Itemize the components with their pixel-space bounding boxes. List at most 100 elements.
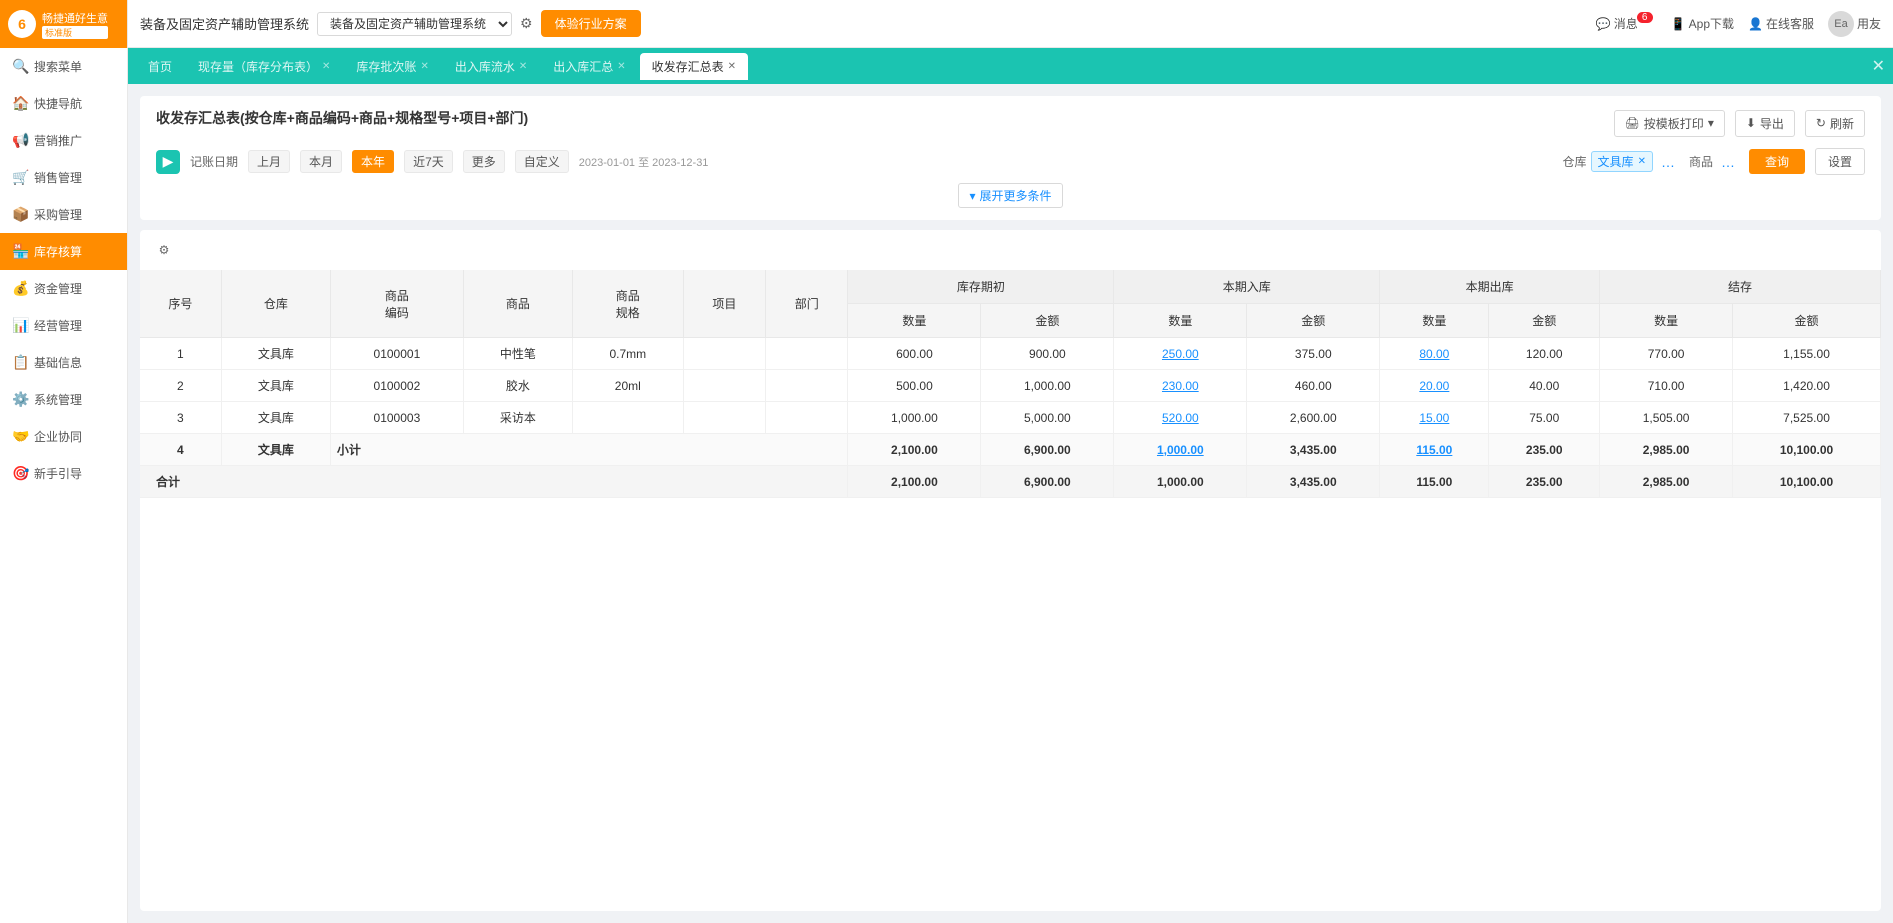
store-icon: 🏪 (12, 243, 28, 260)
date-btn-last-month[interactable]: 上月 (248, 150, 290, 173)
cell-code: 0100001 (330, 338, 463, 370)
tab-batch[interactable]: 库存批次账 ✕ (344, 53, 440, 80)
online-service-btn[interactable]: 👤 在线客服 (1748, 15, 1814, 32)
box-icon: 📦 (12, 206, 28, 223)
system-title: 装备及固定资产辅助管理系统 (140, 14, 309, 33)
cell-out-qty[interactable]: 80.00 (1380, 338, 1489, 370)
date-btn-custom[interactable]: 自定义 (515, 150, 569, 173)
sidebar-item-basic[interactable]: 📋 基础信息 (0, 344, 127, 381)
cell-in-qty[interactable]: 520.00 (1114, 402, 1247, 434)
cell-project (683, 402, 765, 434)
print-btn[interactable]: 🖨 按模板打印 ▾ (1614, 110, 1725, 137)
sidebar-item-purchase[interactable]: 📦 采购管理 (0, 196, 127, 233)
table-settings-btn[interactable]: ⚙ (152, 238, 176, 262)
export-btn[interactable]: ⬇ 导出 (1735, 110, 1795, 137)
col-spec: 商品规格 (573, 270, 684, 338)
sidebar-item-inventory[interactable]: 🏪 库存核算 (0, 233, 127, 270)
product-more-btn[interactable]: … (1717, 154, 1739, 170)
settings-gear-icon[interactable]: ⚙ (520, 15, 533, 32)
sidebar-item-sales[interactable]: 🛒 销售管理 (0, 159, 127, 196)
clipboard-icon: 📋 (12, 354, 28, 371)
sidebar-item-quick[interactable]: 🏠 快捷导航 (0, 85, 127, 122)
sidebar-item-search[interactable]: 🔍 搜索菜单 (0, 48, 127, 85)
system-selector[interactable]: 装备及固定资产辅助管理系统 (317, 12, 512, 36)
sidebar-item-label: 搜索菜单 (34, 58, 82, 75)
cell-out-qty[interactable]: 15.00 (1380, 402, 1489, 434)
table-row: 3 文具库 0100003 采访本 1,000.00 5,000.00 520.… (140, 402, 1881, 434)
sidebar-item-guide[interactable]: 🎯 新手引导 (0, 455, 127, 492)
cell-dept (766, 338, 848, 370)
tab-home[interactable]: 首页 (136, 53, 184, 80)
cell-index: 1 (140, 338, 221, 370)
date-btn-this-month[interactable]: 本月 (300, 150, 342, 173)
date-btn-this-year[interactable]: 本年 (352, 150, 394, 173)
refresh-icon: ↻ (1816, 116, 1826, 130)
cell-in-qty[interactable]: 230.00 (1114, 370, 1247, 402)
sidebar-item-label: 新手引导 (34, 465, 82, 482)
col-index: 序号 (140, 270, 221, 338)
cell-project (683, 338, 765, 370)
cell-warehouse: 文具库 (221, 338, 330, 370)
notification-icon: 💬 (1596, 17, 1611, 31)
tab-inout-summary[interactable]: 出入库汇总 ✕ (541, 53, 637, 80)
col-balance-amt: 金额 (1733, 304, 1881, 338)
table-toolbar: ⚙ (140, 230, 1881, 270)
tab-recv-summary[interactable]: 收发存汇总表 ✕ (640, 53, 748, 80)
warehouse-tag[interactable]: 文具库 ✕ (1591, 151, 1653, 172)
warehouse-tag-close[interactable]: ✕ (1638, 156, 1646, 167)
query-button[interactable]: 查询 (1749, 149, 1805, 174)
sidebar-item-label: 资金管理 (34, 280, 82, 297)
cell-out-qty[interactable]: 20.00 (1380, 370, 1489, 402)
home-icon: 🏠 (12, 95, 28, 112)
filter-toggle-btn[interactable]: ▶ (156, 150, 180, 174)
sidebar-navigation: 🔍 搜索菜单 🏠 快捷导航 📢 营销推广 🛒 销售管理 📦 采购管理 🏪 库存核… (0, 48, 127, 923)
app-download-btn[interactable]: 📱 App下载 (1671, 15, 1734, 32)
expand-more-btn[interactable]: ▾ 展开更多条件 (958, 183, 1062, 208)
tab-close-batch[interactable]: ✕ (420, 61, 428, 72)
cell-balance-amt: 1,155.00 (1733, 338, 1881, 370)
sidebar-item-operation[interactable]: 📊 经营管理 (0, 307, 127, 344)
table-container: ⚙ 序号 仓库 商品编码 商品 商品规格 项目 部门 库存期初 本期入库 本期出… (140, 230, 1881, 911)
cell-in-qty[interactable]: 250.00 (1114, 338, 1247, 370)
date-range: 2023-01-01 至 2023-12-31 (579, 154, 709, 170)
user-menu[interactable]: Ea 用友 (1828, 11, 1881, 37)
cell-balance-qty: 1,505.00 (1600, 402, 1733, 434)
tab-close-inout-flow[interactable]: ✕ (519, 61, 527, 72)
sidebar-item-finance[interactable]: 💰 资金管理 (0, 270, 127, 307)
subtotal-row: 4 文具库 小计 2,100.00 6,900.00 1,000.00 3,43… (140, 434, 1881, 466)
tab-close-recv-summary[interactable]: ✕ (728, 61, 736, 72)
sidebar-item-enterprise[interactable]: 🤝 企业协同 (0, 418, 127, 455)
tab-close-inout-summary[interactable]: ✕ (617, 61, 625, 72)
warehouse-more-btn[interactable]: … (1657, 154, 1679, 170)
col-balance-group: 结存 (1600, 270, 1881, 304)
cell-project (683, 370, 765, 402)
table-row: 2 文具库 0100002 胶水 20ml 500.00 1,000.00 23… (140, 370, 1881, 402)
date-btn-7days[interactable]: 近7天 (404, 150, 453, 173)
settings-button[interactable]: 设置 (1815, 148, 1865, 175)
date-btn-more[interactable]: 更多 (463, 150, 505, 173)
cell-out-amt: 75.00 (1489, 402, 1600, 434)
refresh-btn[interactable]: ↻ 刷新 (1805, 110, 1865, 137)
cell-out-amt: 120.00 (1489, 338, 1600, 370)
notification-badge: 6 (1637, 12, 1653, 23)
cell-warehouse: 文具库 (221, 370, 330, 402)
tab-bar-close[interactable]: ✕ (1872, 56, 1885, 76)
subtotal-out-qty: 115.00 (1380, 434, 1489, 466)
tab-close-inventory-dist[interactable]: ✕ (322, 61, 330, 72)
notification-btn[interactable]: 💬 消息 6 (1596, 15, 1657, 32)
megaphone-icon: 📢 (12, 132, 28, 149)
cell-spec (573, 402, 684, 434)
sidebar-item-system[interactable]: ⚙️ 系统管理 (0, 381, 127, 418)
mobile-icon: 📱 (1671, 17, 1686, 31)
total-balance-amt: 10,100.00 (1733, 466, 1881, 498)
experience-btn[interactable]: 体验行业方案 (541, 10, 641, 37)
search-icon: 🔍 (12, 58, 28, 75)
tab-inventory-dist[interactable]: 现存量（库存分布表） ✕ (186, 53, 342, 80)
cell-opening-qty: 1,000.00 (848, 402, 981, 434)
tab-inout-flow[interactable]: 出入库流水 ✕ (443, 53, 539, 80)
main-content: 装备及固定资产辅助管理系统 装备及固定资产辅助管理系统 ⚙ 体验行业方案 💬 消… (128, 0, 1893, 923)
col-product: 商品 (463, 270, 572, 338)
col-out-qty: 数量 (1380, 304, 1489, 338)
sidebar-item-marketing[interactable]: 📢 营销推广 (0, 122, 127, 159)
cell-product: 中性笔 (463, 338, 572, 370)
